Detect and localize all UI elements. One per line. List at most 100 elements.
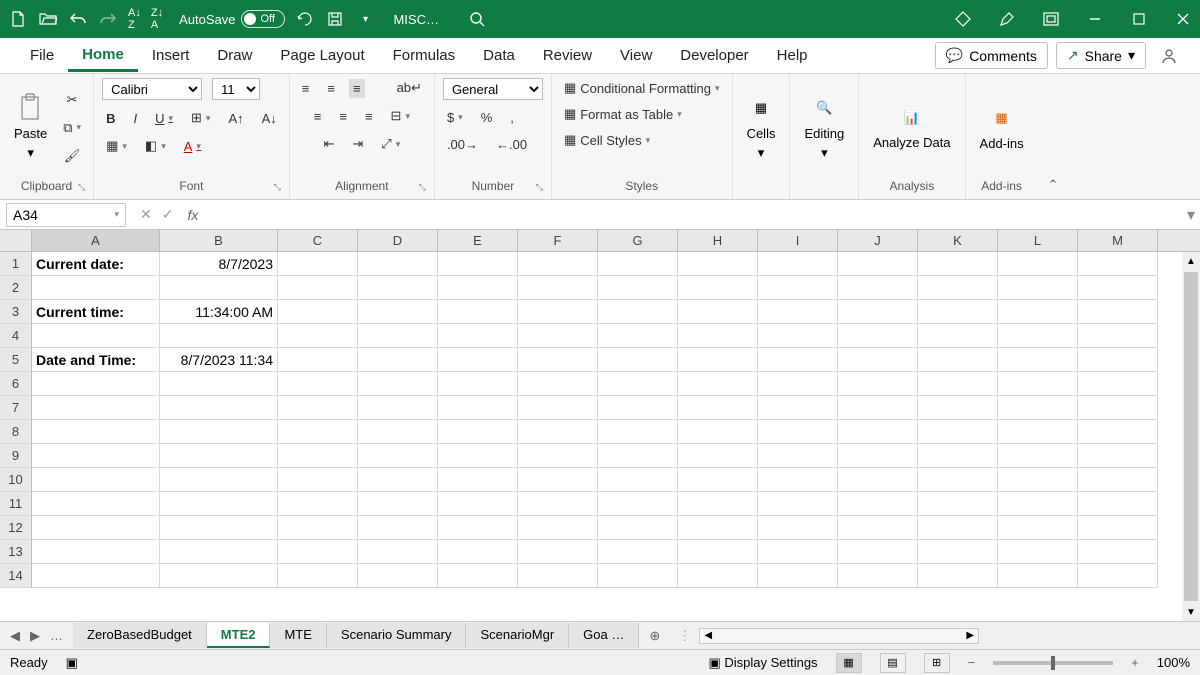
row-header[interactable]: 5 [0,348,32,372]
cell[interactable] [438,300,518,324]
cell[interactable] [758,300,838,324]
cell[interactable] [1078,372,1158,396]
cell[interactable] [598,420,678,444]
decrease-indent-icon[interactable]: ⇤ [319,134,338,154]
comments-button[interactable]: 💬Comments [935,42,1048,69]
copy-icon[interactable]: ⧉▾ [59,118,85,138]
cell[interactable] [358,420,438,444]
format-as-table-button[interactable]: ▦Format as Table▾ [560,104,686,124]
cell[interactable] [838,420,918,444]
cell[interactable] [598,372,678,396]
tab-draw[interactable]: Draw [203,41,266,70]
align-right-icon[interactable]: ≡ [361,107,377,126]
cell[interactable] [838,492,918,516]
cell[interactable] [838,468,918,492]
cell[interactable] [918,564,998,588]
dialog-launcher-icon[interactable]: ⤡ [78,182,85,193]
cell[interactable] [32,276,160,300]
comma-icon[interactable]: , [506,108,518,127]
cell[interactable] [838,300,918,324]
cell[interactable] [998,516,1078,540]
conditional-formatting-button[interactable]: ▦Conditional Formatting▾ [560,78,724,98]
cell[interactable] [758,324,838,348]
undo-icon[interactable] [68,9,88,29]
cell[interactable] [838,324,918,348]
cell[interactable] [758,396,838,420]
cell[interactable] [758,516,838,540]
cell[interactable] [438,444,518,468]
cell[interactable] [278,444,358,468]
cell[interactable] [518,252,598,276]
cell[interactable] [758,540,838,564]
font-size-select[interactable]: 11 [212,78,260,100]
cell[interactable] [918,540,998,564]
cell[interactable] [32,444,160,468]
cell[interactable] [678,396,758,420]
column-header[interactable]: E [438,230,518,251]
cell[interactable] [998,252,1078,276]
cell[interactable] [678,348,758,372]
cell[interactable] [278,564,358,588]
cell[interactable] [1078,324,1158,348]
sheet-tab[interactable]: MTE [270,623,326,648]
underline-button[interactable]: U▾ [151,109,177,128]
cell[interactable] [32,420,160,444]
fx-label[interactable]: fx [187,207,198,223]
save-icon[interactable] [325,9,345,29]
cell[interactable] [278,540,358,564]
toggle-switch[interactable]: Off [241,10,285,28]
cell[interactable] [278,372,358,396]
sheet-tab[interactable]: Goa … [569,623,639,648]
cell[interactable] [160,516,278,540]
cell[interactable] [278,492,358,516]
spreadsheet-grid[interactable]: ABCDEFGHIJKLM 1Current date:8/7/202323Cu… [0,230,1200,621]
cell[interactable] [358,348,438,372]
search-icon[interactable] [469,11,485,27]
cell[interactable] [438,564,518,588]
cell[interactable] [278,516,358,540]
row-header[interactable]: 11 [0,492,32,516]
vertical-scrollbar[interactable]: ▲ ▼ [1182,252,1200,621]
cell[interactable] [438,492,518,516]
cell[interactable]: Current time: [32,300,160,324]
bold-button[interactable]: B [102,109,119,128]
cell[interactable] [838,444,918,468]
cell[interactable] [278,276,358,300]
column-header[interactable]: F [518,230,598,251]
cell[interactable] [160,444,278,468]
column-header[interactable]: D [358,230,438,251]
sheet-tab[interactable]: ScenarioMgr [466,623,569,648]
increase-indent-icon[interactable]: ⇥ [348,134,367,154]
new-file-icon[interactable] [8,9,28,29]
cell[interactable] [160,564,278,588]
cell[interactable] [758,252,838,276]
cell[interactable] [438,468,518,492]
cell[interactable] [518,348,598,372]
cell[interactable] [838,564,918,588]
cell[interactable] [598,396,678,420]
cell[interactable] [598,324,678,348]
cell[interactable] [918,468,998,492]
cell[interactable] [918,396,998,420]
zoom-thumb[interactable] [1051,656,1055,670]
number-format-select[interactable]: General [443,78,543,100]
column-header[interactable]: B [160,230,278,251]
tab-developer[interactable]: Developer [666,41,762,70]
cell[interactable] [998,420,1078,444]
row-header[interactable]: 7 [0,396,32,420]
cell[interactable] [1078,300,1158,324]
cell[interactable] [1078,420,1158,444]
cell[interactable] [838,540,918,564]
tab-help[interactable]: Help [763,41,822,70]
cell[interactable] [678,324,758,348]
redo-icon[interactable] [98,9,118,29]
tab-home[interactable]: Home [68,40,138,72]
cell[interactable] [1078,348,1158,372]
cell[interactable] [678,276,758,300]
cell[interactable] [438,252,518,276]
editing-button[interactable]: 🔍Editing▾ [798,90,850,165]
currency-icon[interactable]: $▾ [443,108,467,127]
cell[interactable] [32,372,160,396]
fill-color-icon[interactable]: ◧▾ [141,136,170,156]
cell[interactable] [358,492,438,516]
